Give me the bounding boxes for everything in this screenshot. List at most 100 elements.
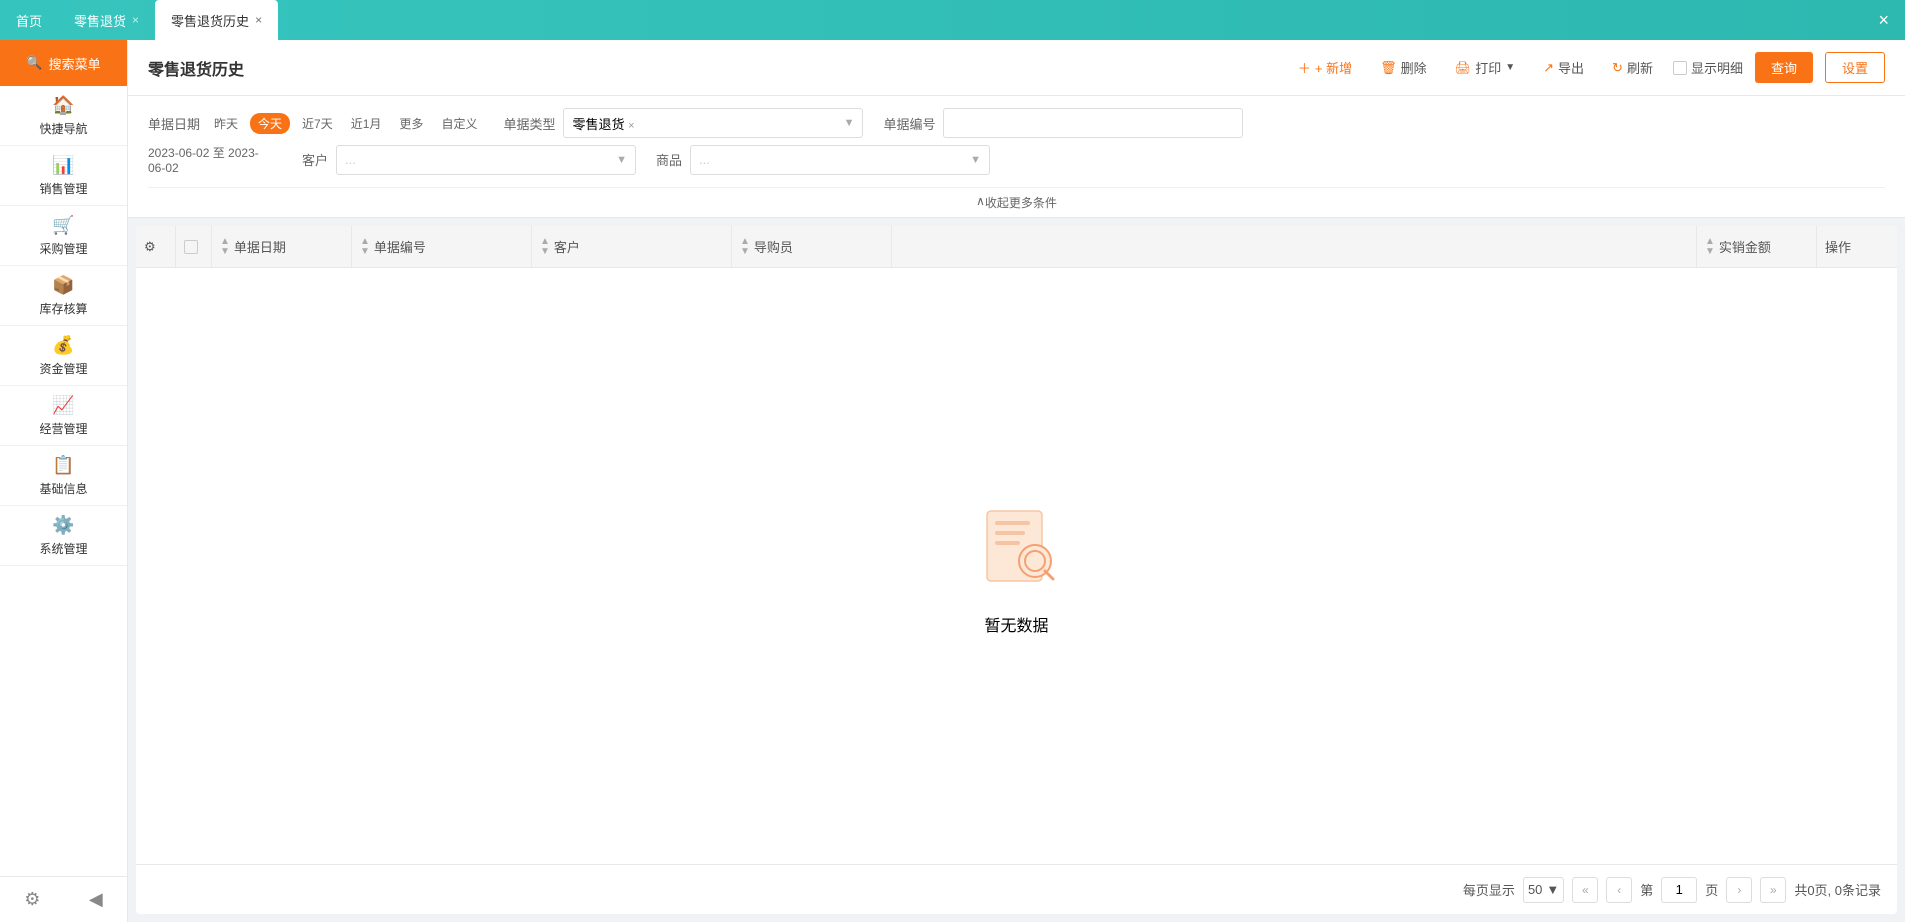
date-range-display: 2023-06-02 至 2023-06-02 xyxy=(148,144,276,175)
collapse-filters-button[interactable]: ∧ 收起更多条件 xyxy=(148,187,1885,217)
type-filter-select[interactable]: 零售退货 × ▼ xyxy=(563,108,863,138)
print-icon: 🖨 xyxy=(1455,60,1472,76)
customer-filter-select[interactable]: ... ▼ xyxy=(336,145,636,175)
date-filter-options: 昨天 今天 近7天 近1月 更多 自定义 xyxy=(208,113,483,134)
salesperson-sort-icon[interactable]: ▲▼ xyxy=(740,237,750,257)
type-tag-close[interactable]: × xyxy=(628,120,634,132)
tab-retail-return-history-label: 零售退货历史 xyxy=(171,11,249,30)
date-btn-yesterday[interactable]: 昨天 xyxy=(208,113,244,134)
goods-filter-item: 商品 ... ▼ xyxy=(656,145,990,175)
docno-filter-label: 单据编号 xyxy=(883,114,935,133)
total-info: 共0页, 0条记录 xyxy=(1794,880,1881,899)
date-sort-icon[interactable]: ▲▼ xyxy=(220,237,230,257)
date-btn-7days[interactable]: 近7天 xyxy=(296,113,339,134)
export-button[interactable]: ↗ 导出 xyxy=(1535,54,1592,81)
empty-text: 暂无数据 xyxy=(984,612,1048,636)
sidebar-item-system[interactable]: ⚙️ 系统管理 xyxy=(0,506,127,566)
th-date-label: 单据日期 xyxy=(234,237,286,256)
next-page-button[interactable]: › xyxy=(1726,877,1752,903)
sidebar-item-purchase[interactable]: 🛒 采购管理 xyxy=(0,206,127,266)
basic-info-icon: 📋 xyxy=(52,455,74,476)
sidebar-search[interactable]: 🔍 搜索菜单 xyxy=(0,40,127,86)
type-tag-text: 零售退货 xyxy=(572,117,624,132)
date-filter-label: 单据日期 xyxy=(148,114,200,133)
gear-icon: ⚙ xyxy=(144,239,156,255)
th-customer: ▲▼ 客户 xyxy=(532,226,732,267)
print-label: 打印 xyxy=(1475,58,1501,77)
sidebar-item-basic-info[interactable]: 📋 基础信息 xyxy=(0,446,127,506)
sidebar-item-management-label: 经营管理 xyxy=(39,420,87,437)
customer-sort-icon[interactable]: ▲▼ xyxy=(540,237,550,257)
th-action-label: 操作 xyxy=(1825,237,1851,256)
table-area: ⚙ ▲▼ 单据日期 ▲▼ 单据编号 ▲▼ 客户 ▲▼ xyxy=(136,226,1897,914)
sidebar-item-inventory[interactable]: 📦 库存核算 xyxy=(0,266,127,326)
date-btn-1month[interactable]: 近1月 xyxy=(345,113,388,134)
customer-placeholder: ... xyxy=(345,152,356,167)
tab-retail-return-history-close[interactable]: × xyxy=(255,13,262,27)
sidebar-item-basic-info-label: 基础信息 xyxy=(39,480,87,497)
tab-home[interactable]: 首页 xyxy=(0,0,58,40)
th-customer-label: 客户 xyxy=(554,237,580,256)
sidebar-item-management[interactable]: 📈 经营管理 xyxy=(0,386,127,446)
tab-retail-return[interactable]: 零售退货 × xyxy=(58,0,155,40)
page-size-select[interactable]: 50 ▼ xyxy=(1523,877,1564,903)
page-number-input[interactable] xyxy=(1661,877,1697,903)
th-spacer xyxy=(892,226,1697,267)
sidebar-item-system-label: 系统管理 xyxy=(39,540,87,557)
window-close-button[interactable]: × xyxy=(1862,10,1905,31)
filter-row-2: 2023-06-02 至 2023-06-02 客户 ... ▼ 商品 ... … xyxy=(148,144,1885,175)
docno-filter-input[interactable] xyxy=(943,108,1243,138)
finance-icon: 💰 xyxy=(52,335,74,356)
type-filter-tag: 零售退货 × xyxy=(572,114,634,133)
customer-filter-item: 客户 ... ▼ xyxy=(302,145,636,175)
sidebar-item-sales[interactable]: 📊 销售管理 xyxy=(0,146,127,206)
refresh-button[interactable]: ↻ 刷新 xyxy=(1604,54,1661,81)
collapse-up-icon: ∧ xyxy=(976,194,985,211)
docno-sort-icon[interactable]: ▲▼ xyxy=(360,237,370,257)
system-icon: ⚙️ xyxy=(52,515,74,536)
date-btn-more[interactable]: 更多 xyxy=(393,113,429,134)
tab-list: 首页 零售退货 × 零售退货历史 × xyxy=(0,0,1862,40)
tab-retail-return-history[interactable]: 零售退货历史 × xyxy=(155,0,278,40)
goods-placeholder: ... xyxy=(699,152,710,167)
goods-filter-select[interactable]: ... ▼ xyxy=(690,145,990,175)
content-area: 零售退货历史 ＋ + 新增 🗑 删除 🖨 打印 ▼ ↗ 导出 xyxy=(128,40,1905,922)
first-page-button[interactable]: « xyxy=(1572,877,1598,903)
delete-button[interactable]: 🗑 删除 xyxy=(1372,54,1435,81)
tab-retail-return-close[interactable]: × xyxy=(132,13,139,27)
export-label: 导出 xyxy=(1558,58,1584,77)
delete-icon: 🗑 xyxy=(1380,60,1397,76)
select-all-checkbox[interactable] xyxy=(184,240,198,254)
date-filter-item: 单据日期 昨天 今天 近7天 近1月 更多 自定义 xyxy=(148,113,483,134)
table-header: ⚙ ▲▼ 单据日期 ▲▼ 单据编号 ▲▼ 客户 ▲▼ xyxy=(136,226,1897,268)
th-checkbox[interactable] xyxy=(176,226,212,267)
add-button[interactable]: ＋ + 新增 xyxy=(1290,54,1360,81)
th-gear[interactable]: ⚙ xyxy=(136,226,176,267)
amount-sort-icon[interactable]: ▲▼ xyxy=(1705,237,1715,257)
type-select-arrow-icon: ▼ xyxy=(844,117,855,129)
sidebar-bottom: ⚙ ◀ xyxy=(0,876,127,922)
sidebar-item-finance[interactable]: 💰 资金管理 xyxy=(0,326,127,386)
settings-button[interactable]: 设置 xyxy=(1825,52,1885,83)
print-button[interactable]: 🖨 打印 ▼ xyxy=(1447,54,1523,81)
sidebar-item-home[interactable]: 🏠 快捷导航 xyxy=(0,86,127,146)
filter-area: 单据日期 昨天 今天 近7天 近1月 更多 自定义 单据类型 xyxy=(128,96,1905,218)
customer-select-arrow-icon: ▼ xyxy=(616,154,627,166)
query-button[interactable]: 查询 xyxy=(1755,52,1813,83)
show-detail-checkbox[interactable] xyxy=(1673,61,1687,75)
last-page-button[interactable]: » xyxy=(1760,877,1786,903)
type-filter-item: 单据类型 零售退货 × ▼ xyxy=(503,108,863,138)
page-chapter-text: 第 xyxy=(1640,880,1653,899)
toolbar: ＋ + 新增 🗑 删除 🖨 打印 ▼ ↗ 导出 ↻ xyxy=(1290,52,1885,83)
sidebar-settings-button[interactable]: ⚙ xyxy=(24,889,40,910)
sidebar-item-inventory-label: 库存核算 xyxy=(39,300,87,317)
th-action: 操作 xyxy=(1817,226,1897,267)
sidebar-collapse-button[interactable]: ◀ xyxy=(89,889,103,910)
date-btn-today[interactable]: 今天 xyxy=(250,113,290,134)
empty-state: 暂无数据 xyxy=(136,268,1897,864)
th-date: ▲▼ 单据日期 xyxy=(212,226,352,267)
prev-page-button[interactable]: ‹ xyxy=(1606,877,1632,903)
show-detail-toggle[interactable]: 显示明细 xyxy=(1673,58,1743,77)
docno-filter-item: 单据编号 xyxy=(883,108,1243,138)
date-btn-custom[interactable]: 自定义 xyxy=(435,113,483,134)
